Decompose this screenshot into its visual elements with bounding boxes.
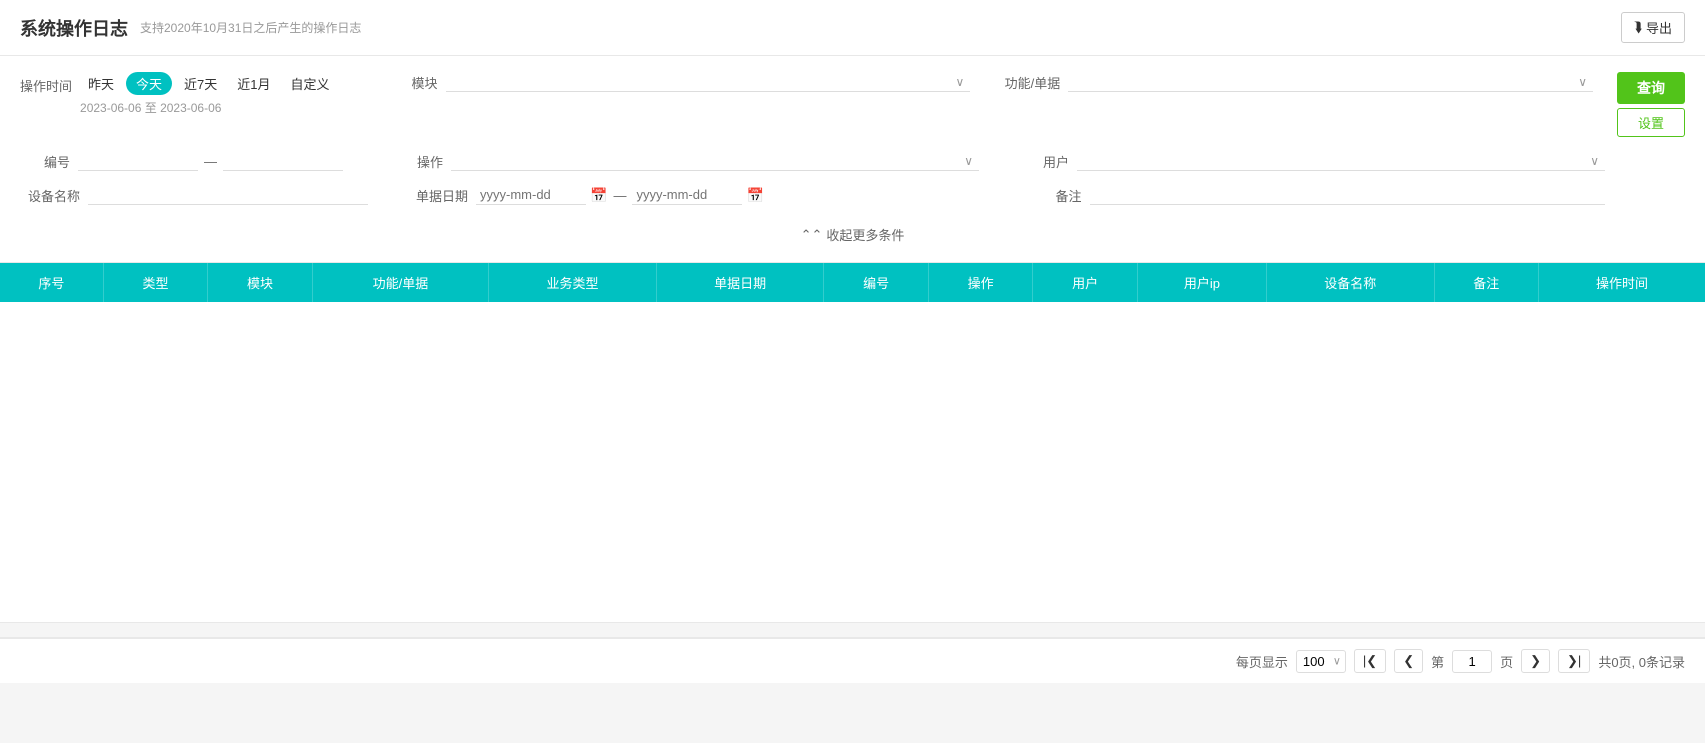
col-code: 编号 (824, 263, 928, 302)
page-header: 系统操作日志 支持2020年10月31日之后产生的操作日志 ⮯ 导出 (0, 0, 1705, 56)
col-remark: 备注 (1434, 263, 1538, 302)
module-label: 模块 (378, 73, 438, 92)
time-filter: 昨天 今天 近7天 近1月 自定义 2023-06-06 至 2023-06-0… (80, 72, 338, 116)
operation-select-wrapper (451, 151, 979, 171)
operation-label: 操作 (383, 152, 443, 171)
date-to-input[interactable] (632, 185, 742, 205)
code-input-to[interactable] (223, 151, 343, 171)
user-select[interactable] (1077, 151, 1605, 171)
time-btn-7days[interactable]: 近7天 (176, 72, 225, 95)
function-select-wrapper (1068, 72, 1593, 92)
filter-remark: 备注 (1022, 185, 1686, 205)
user-label: 用户 (1009, 152, 1069, 171)
prev-page-button[interactable]: ❮ (1394, 649, 1423, 673)
per-page-wrapper: 10 20 50 100 200 (1296, 650, 1346, 673)
pagination-bar: 每页显示 10 20 50 100 200 |❮ ❮ 第 页 ❯ ❯| 共0页,… (0, 638, 1705, 683)
collapse-button[interactable]: ⌃⌃ 收起更多条件 (801, 225, 905, 244)
col-index: 序号 (0, 263, 103, 302)
date-to-icon[interactable]: 📅 (746, 187, 763, 204)
module-select[interactable] (446, 72, 971, 92)
table-container: 序号 类型 模块 功能/单据 业务类型 单据日期 编号 操作 用户 用户ip 设… (0, 263, 1705, 622)
first-page-button[interactable]: |❮ (1354, 649, 1386, 673)
horizontal-scrollbar[interactable] (0, 622, 1705, 638)
next-page-button[interactable]: ❯ (1521, 649, 1550, 673)
filter-function: 功能/单据 (1000, 72, 1593, 92)
date-from-icon[interactable]: 📅 (590, 187, 607, 204)
filter-operation: 操作 (383, 151, 979, 171)
collapse-chevron-icon: ⌃⌃ (801, 227, 823, 243)
page-subtitle: 支持2020年10月31日之后产生的操作日志 (140, 19, 361, 36)
per-page-label: 每页显示 (1236, 652, 1288, 671)
filter-code: 编号 — (20, 151, 343, 171)
empty-area (0, 302, 1705, 622)
col-type: 类型 (103, 263, 207, 302)
collapse-bar: ⌃⌃ 收起更多条件 (20, 219, 1685, 254)
col-userip: 用户ip (1137, 263, 1266, 302)
operation-select[interactable] (451, 151, 979, 171)
scroll-bar-inner (0, 623, 1705, 624)
time-btn-today[interactable]: 今天 (126, 72, 172, 95)
total-label: 共0页, 0条记录 (1598, 652, 1685, 671)
page-title: 系统操作日志 (20, 15, 128, 41)
time-label: 操作时间 (20, 76, 72, 95)
page-number-input[interactable] (1452, 650, 1492, 673)
col-user: 用户 (1033, 263, 1137, 302)
filter-device: 设备名称 (20, 185, 368, 205)
filter-user: 用户 (1009, 151, 1685, 171)
query-button[interactable]: 查询 (1617, 72, 1685, 104)
col-biztype: 业务类型 (489, 263, 657, 302)
date-dash: — (613, 188, 626, 203)
time-range: 2023-06-06 至 2023-06-06 (80, 99, 338, 116)
data-table: 序号 类型 模块 功能/单据 业务类型 单据日期 编号 操作 用户 用户ip 设… (0, 263, 1705, 302)
table-header: 序号 类型 模块 功能/单据 业务类型 单据日期 编号 操作 用户 用户ip 设… (0, 263, 1705, 302)
filter-panel: 操作时间 昨天 今天 近7天 近1月 自定义 2023-06-06 至 2023… (0, 56, 1705, 263)
time-btn-custom[interactable]: 自定义 (283, 72, 338, 95)
col-docdate: 单据日期 (656, 263, 824, 302)
function-label: 功能/单据 (1000, 73, 1060, 92)
code-dash: — (204, 154, 217, 169)
module-select-wrapper (446, 72, 971, 92)
date-label: 单据日期 (408, 186, 468, 205)
remark-input[interactable] (1090, 185, 1606, 205)
filter-row-3: 设备名称 单据日期 📅 — 📅 备注 (20, 185, 1685, 205)
filter-row-2: 编号 — 操作 用户 (20, 151, 1685, 171)
code-input-from[interactable] (78, 151, 198, 171)
user-select-wrapper (1077, 151, 1605, 171)
page-suffix: 页 (1500, 652, 1513, 671)
filter-module: 模块 (378, 72, 971, 92)
time-btn-1month[interactable]: 近1月 (229, 72, 278, 95)
filter-time: 操作时间 昨天 今天 近7天 近1月 自定义 2023-06-06 至 2023… (20, 72, 338, 116)
filter-date: 单据日期 📅 — 📅 (408, 185, 992, 205)
table-header-row: 序号 类型 模块 功能/单据 业务类型 单据日期 编号 操作 用户 用户ip 设… (0, 263, 1705, 302)
function-select[interactable] (1068, 72, 1593, 92)
collapse-label: 收起更多条件 (826, 225, 904, 244)
filter-row-1: 操作时间 昨天 今天 近7天 近1月 自定义 2023-06-06 至 2023… (20, 72, 1685, 137)
action-buttons: 查询 设置 (1617, 72, 1685, 137)
time-buttons: 昨天 今天 近7天 近1月 自定义 (80, 72, 338, 95)
export-button[interactable]: ⮯ 导出 (1621, 12, 1685, 43)
col-operation: 操作 (928, 263, 1032, 302)
remark-label: 备注 (1022, 186, 1082, 205)
code-label: 编号 (20, 152, 70, 171)
device-input[interactable] (88, 185, 368, 205)
date-from-input[interactable] (476, 185, 586, 205)
per-page-select[interactable]: 10 20 50 100 200 (1296, 650, 1346, 673)
col-optime: 操作时间 (1539, 263, 1705, 302)
col-device: 设备名称 (1266, 263, 1434, 302)
last-page-button[interactable]: ❯| (1558, 649, 1590, 673)
device-label: 设备名称 (20, 186, 80, 205)
settings-button[interactable]: 设置 (1617, 108, 1685, 137)
page-label: 第 (1431, 652, 1444, 671)
col-function: 功能/单据 (312, 263, 488, 302)
time-btn-yesterday[interactable]: 昨天 (80, 72, 122, 95)
export-label: 导出 (1646, 18, 1672, 37)
col-module: 模块 (208, 263, 312, 302)
export-icon: ⮯ (1634, 19, 1642, 36)
